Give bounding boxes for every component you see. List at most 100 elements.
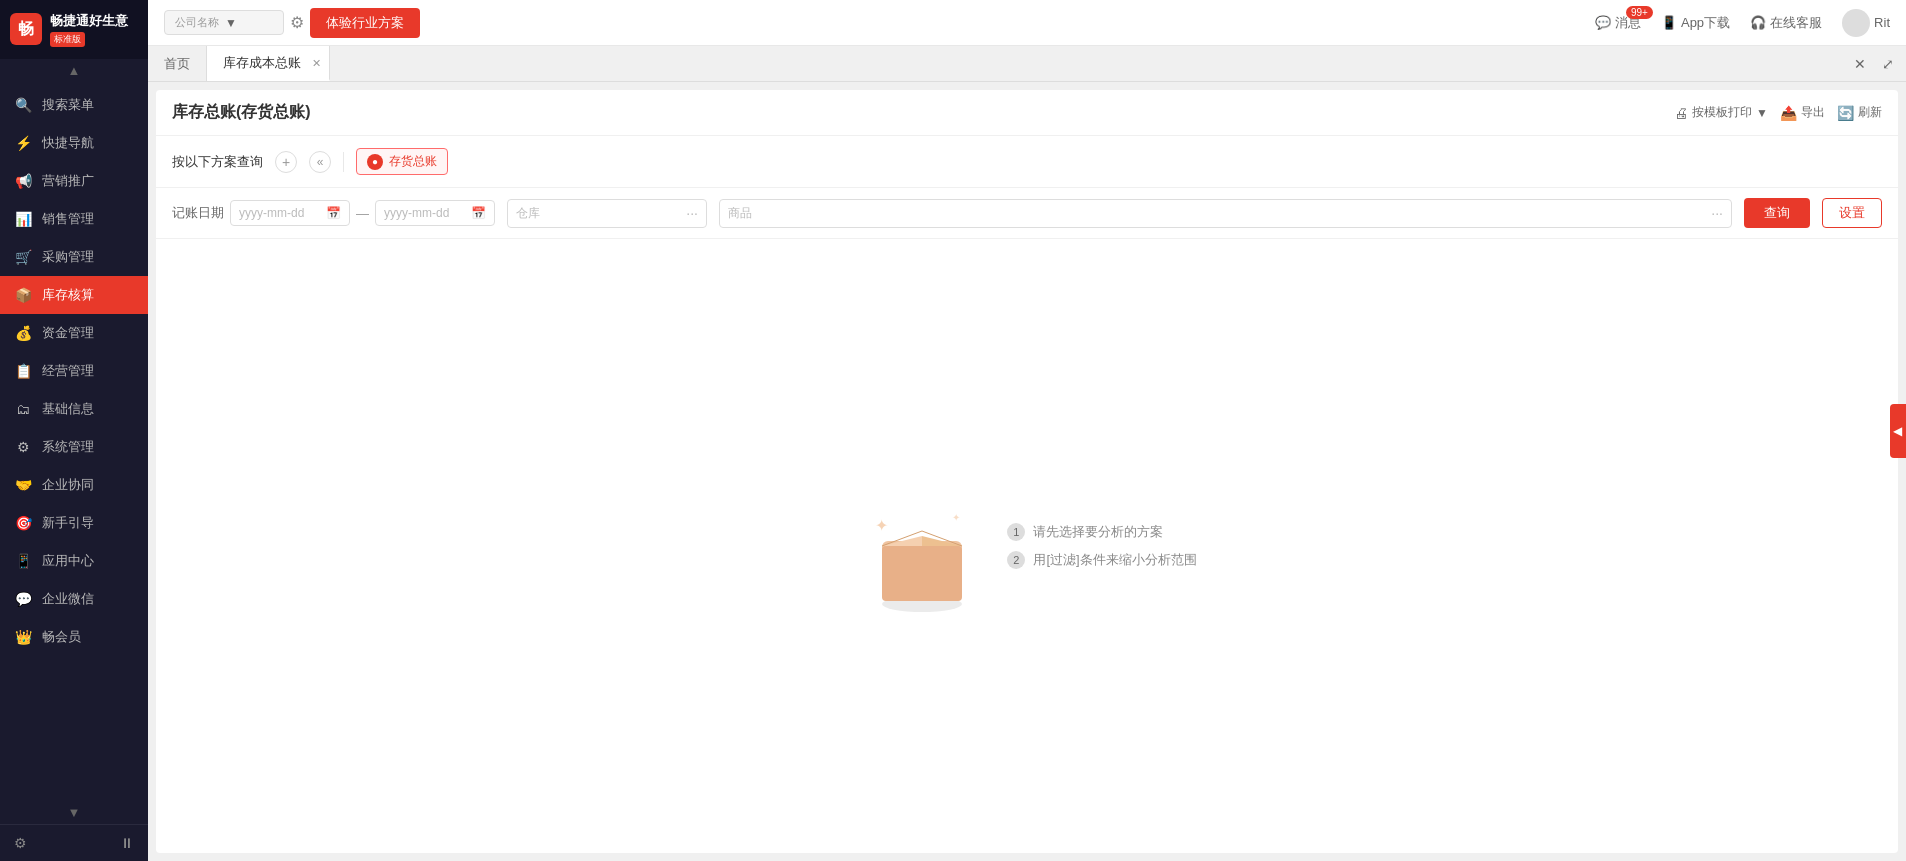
logo-text: 畅捷通好生意 标准版 (50, 12, 128, 47)
filter-scheme-item[interactable]: ● 存货总账 (356, 148, 448, 175)
trial-button[interactable]: 体验行业方案 (310, 8, 420, 38)
print-template-button[interactable]: 🖨 按模板打印 ▼ (1674, 104, 1768, 121)
tip-2-num: 2 (1007, 551, 1025, 569)
tab-inventory-cost[interactable]: 库存成本总账 ✕ (207, 46, 330, 81)
apps-icon: 📱 (14, 552, 32, 570)
tip-2-text: 用[过滤]条件来缩小分析范围 (1033, 551, 1196, 569)
audio-icon[interactable]: ⏸ (120, 835, 134, 851)
print-icon: 🖨 (1674, 105, 1688, 121)
empty-svg: ✦ ✦ (857, 486, 987, 616)
search-icon: 🔍 (14, 96, 32, 114)
company-name: 公司名称 (175, 15, 219, 30)
page-header-actions: 🖨 按模板打印 ▼ 📤 导出 🔄 刷新 (1674, 104, 1882, 121)
page-container: 库存总账(存货总账) 🖨 按模板打印 ▼ 📤 导出 🔄 刷新 (156, 90, 1898, 853)
tab-home[interactable]: 首页 (148, 46, 207, 81)
warehouse-selector[interactable]: 仓库 ··· (507, 199, 707, 228)
sidebar-scroll-down[interactable]: ▼ (0, 801, 148, 824)
sidebar-item-shortcut[interactable]: ⚡ 快捷导航 (0, 124, 148, 162)
sidebar-item-member[interactable]: 👑 畅会员 (0, 618, 148, 656)
tip-1: 1 请先选择要分析的方案 (1007, 523, 1196, 541)
svg-text:✦: ✦ (875, 517, 888, 534)
sidebar-item-wechat[interactable]: 💬 企业微信 (0, 580, 148, 618)
filter-collapse-button[interactable]: « (309, 151, 331, 173)
purchase-icon: 🛒 (14, 248, 32, 266)
inventory-icon: 📦 (14, 286, 32, 304)
shortcut-icon: ⚡ (14, 134, 32, 152)
empty-state: ✦ ✦ 1 请先选择要分析的方案 2 用[过滤]条件来缩小分析范围 (156, 239, 1898, 853)
panel-toggle[interactable]: ◀ (1890, 404, 1906, 458)
sidebar-logo: 畅 畅捷通好生意 标准版 (0, 0, 148, 59)
date-label: 记账日期 (172, 204, 224, 222)
tip-1-text: 请先选择要分析的方案 (1033, 523, 1163, 541)
scheme-icon: ● (367, 154, 383, 170)
sidebar-item-purchase[interactable]: 🛒 采购管理 (0, 238, 148, 276)
refresh-button[interactable]: 🔄 刷新 (1837, 104, 1882, 121)
sidebar-item-operations[interactable]: 📋 经营管理 (0, 352, 148, 390)
search-bar: 记账日期 yyyy-mm-dd 📅 — yyyy-mm-dd 📅 仓库 ··· … (156, 188, 1898, 239)
settings-bottom-icon[interactable]: ⚙ (14, 835, 27, 851)
date-to-input[interactable]: yyyy-mm-dd 📅 (375, 200, 495, 226)
chevron-down-icon: ▼ (1756, 106, 1768, 120)
headset-icon: 🎧 (1750, 15, 1766, 30)
sales-icon: 📊 (14, 210, 32, 228)
sidebar: 畅 畅捷通好生意 标准版 ▲ 🔍 搜索菜单 ⚡ 快捷导航 📢 营销推广 📊 销售… (0, 0, 148, 861)
message-icon: 💬 (1595, 15, 1611, 30)
sidebar-item-inventory[interactable]: 📦 库存核算 (0, 276, 148, 314)
sidebar-item-sales[interactable]: 📊 销售管理 (0, 200, 148, 238)
tab-resize-button[interactable]: ⤢ (1878, 52, 1898, 76)
sidebar-item-apps[interactable]: 📱 应用中心 (0, 542, 148, 580)
topbar: 公司名称 ▼ ⚙ 体验行业方案 💬 消息 99+ 📱 App下载 🎧 在线客服 (148, 0, 1906, 46)
topbar-settings-icon[interactable]: ⚙ (290, 13, 304, 32)
tab-close-button[interactable]: ✕ (1850, 52, 1870, 76)
company-selector[interactable]: 公司名称 ▼ (164, 10, 284, 35)
sidebar-item-cooperation[interactable]: 🤝 企业协同 (0, 466, 148, 504)
date-separator: — (356, 206, 369, 221)
sidebar-item-guide[interactable]: 🎯 新手引导 (0, 504, 148, 542)
marketing-icon: 📢 (14, 172, 32, 190)
export-button[interactable]: 📤 导出 (1780, 104, 1825, 121)
online-support-button[interactable]: 🎧 在线客服 (1750, 14, 1822, 32)
member-icon: 👑 (14, 628, 32, 646)
app-download-button[interactable]: 📱 App下载 (1661, 14, 1730, 32)
sidebar-item-system[interactable]: ⚙ 系统管理 (0, 428, 148, 466)
goods-more-icon: ··· (1711, 205, 1723, 221)
goods-selector[interactable]: 商品 ··· (719, 199, 1732, 228)
settings-button[interactable]: 设置 (1822, 198, 1882, 228)
tabs-bar: 首页 库存成本总账 ✕ ✕ ⤢ (148, 46, 1906, 82)
topbar-right: 💬 消息 99+ 📱 App下载 🎧 在线客服 Rit (1595, 9, 1890, 37)
sidebar-scroll-up[interactable]: ▲ (0, 59, 148, 82)
chevron-down-icon: ▼ (225, 16, 237, 30)
tab-close-icon[interactable]: ✕ (312, 56, 321, 69)
cooperation-icon: 🤝 (14, 476, 32, 494)
tip-1-num: 1 (1007, 523, 1025, 541)
avatar (1842, 9, 1870, 37)
filter-area: 按以下方案查询 + « ● 存货总账 (156, 136, 1898, 188)
svg-text:✦: ✦ (952, 512, 960, 523)
page-header: 库存总账(存货总账) 🖨 按模板打印 ▼ 📤 导出 🔄 刷新 (156, 90, 1898, 136)
messages-button[interactable]: 💬 消息 99+ (1595, 14, 1641, 32)
tip-2: 2 用[过滤]条件来缩小分析范围 (1007, 551, 1196, 569)
tab-controls: ✕ ⤢ (1850, 52, 1906, 76)
sidebar-nav: 🔍 搜索菜单 ⚡ 快捷导航 📢 营销推广 📊 销售管理 🛒 采购管理 📦 库存核… (0, 82, 148, 801)
sidebar-item-marketing[interactable]: 📢 营销推广 (0, 162, 148, 200)
sidebar-item-search[interactable]: 🔍 搜索菜单 (0, 86, 148, 124)
date-from-input[interactable]: yyyy-mm-dd 📅 (230, 200, 350, 226)
sidebar-item-finance[interactable]: 💰 资金管理 (0, 314, 148, 352)
calendar-icon-2: 📅 (471, 206, 486, 220)
sidebar-bottom: ⚙ ⏸ (0, 824, 148, 861)
phone-icon: 📱 (1661, 15, 1677, 30)
topbar-breadcrumb: 公司名称 ▼ ⚙ 体验行业方案 (164, 8, 1583, 38)
main-area: 公司名称 ▼ ⚙ 体验行业方案 💬 消息 99+ 📱 App下载 🎧 在线客服 (148, 0, 1906, 861)
search-button[interactable]: 查询 (1744, 198, 1810, 228)
operations-icon: 📋 (14, 362, 32, 380)
warehouse-more-icon: ··· (686, 205, 698, 221)
sidebar-item-basic[interactable]: 🗂 基础信息 (0, 390, 148, 428)
empty-illustration: ✦ ✦ (857, 486, 977, 606)
logo-icon: 畅 (10, 13, 42, 45)
calendar-icon: 📅 (326, 206, 341, 220)
basic-icon: 🗂 (14, 400, 32, 418)
export-icon: 📤 (1780, 105, 1797, 121)
filter-add-button[interactable]: + (275, 151, 297, 173)
wechat-icon: 💬 (14, 590, 32, 608)
user-avatar-area[interactable]: Rit (1842, 9, 1890, 37)
